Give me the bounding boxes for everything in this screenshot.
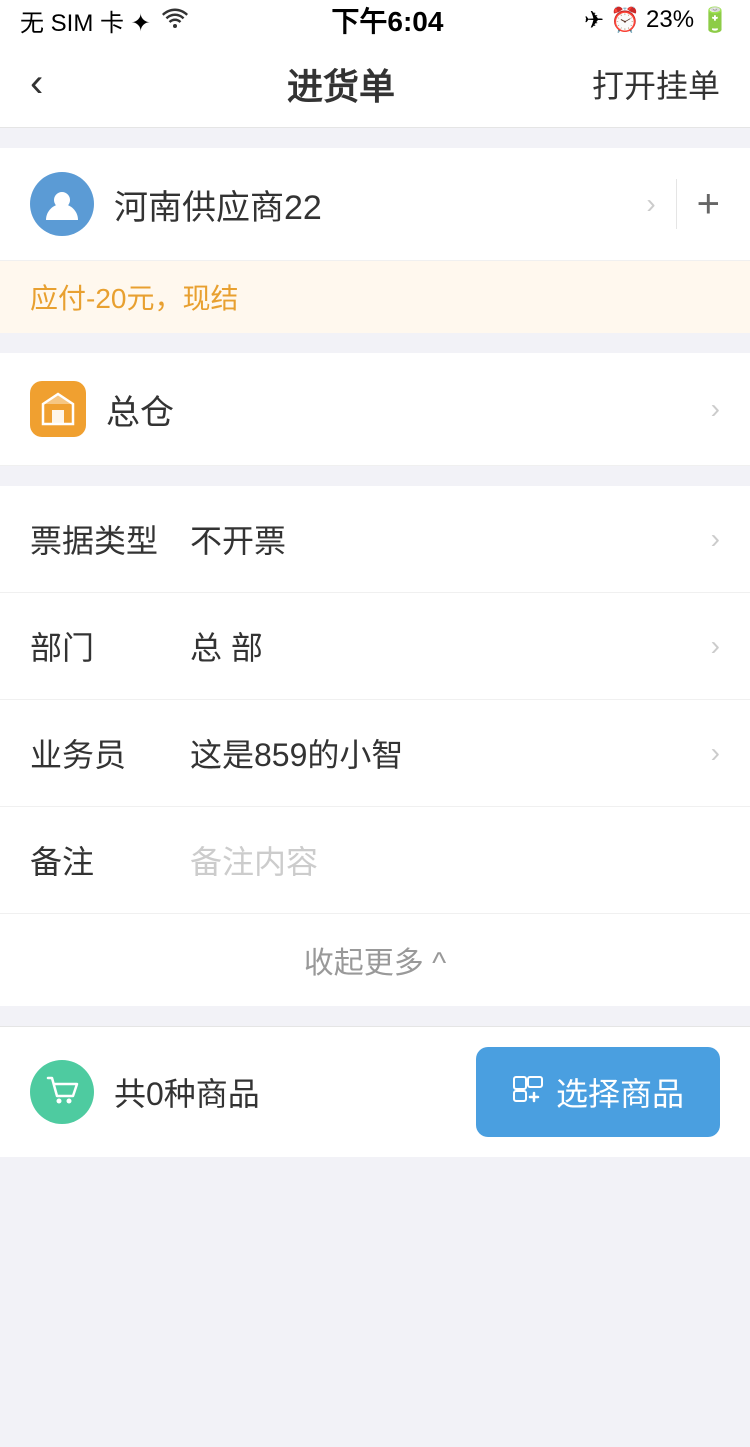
gap-2: [0, 333, 750, 353]
sim-status: 无 SIM 卡 ✦: [20, 3, 151, 38]
ticket-type-row[interactable]: 票据类型 不开票 ›: [0, 486, 750, 593]
add-supplier-button[interactable]: +: [697, 182, 720, 227]
select-product-label: 选择商品: [556, 1069, 684, 1115]
page-title: 进货单: [287, 58, 395, 110]
alarm-icon: ⏰: [610, 6, 640, 35]
ticket-type-value: 不开票: [170, 516, 711, 562]
dept-label: 部门: [30, 623, 170, 669]
warehouse-label: 总仓: [106, 385, 711, 434]
warehouse-chevron-icon: ›: [711, 393, 720, 425]
wifi-icon: [159, 5, 191, 36]
remark-label: 备注: [30, 837, 170, 883]
warehouse-row[interactable]: 总仓 ›: [0, 353, 750, 466]
gap-4: [0, 1006, 750, 1026]
time-display: 下午6:04: [331, 0, 443, 40]
salesperson-row[interactable]: 业务员 这是859的小智 ›: [0, 700, 750, 807]
warehouse-icon: [30, 381, 86, 437]
select-product-button[interactable]: 选择商品: [476, 1047, 720, 1137]
remark-input[interactable]: 备注内容: [170, 837, 720, 883]
salesperson-chevron-icon: ›: [711, 737, 720, 769]
supplier-name: 河南供应商22: [114, 180, 646, 229]
avatar: [30, 172, 94, 236]
cart-icon: [30, 1060, 94, 1124]
battery-level: 23%: [646, 6, 694, 34]
collapse-button[interactable]: 收起更多 ^: [0, 914, 750, 1006]
footer-bar: 共0种商品 选择商品: [0, 1026, 750, 1157]
location-icon: ✈: [584, 6, 604, 35]
product-count: 共0种商品: [114, 1069, 476, 1115]
status-right: ✈ ⏰ 23% 🔋: [584, 6, 730, 35]
gap-1: [0, 128, 750, 148]
open-pending-button[interactable]: 打开挂单: [592, 61, 720, 107]
dept-value: 总 部: [170, 623, 711, 669]
chevron-right-icon: ›: [646, 188, 655, 220]
salesperson-label: 业务员: [30, 730, 170, 776]
select-product-icon: [512, 1074, 544, 1111]
status-left: 无 SIM 卡 ✦: [20, 3, 191, 38]
dept-row[interactable]: 部门 总 部 ›: [0, 593, 750, 700]
notice-bar: 应付-20元，现结: [0, 261, 750, 333]
salesperson-value: 这是859的小智: [170, 730, 711, 776]
remark-row[interactable]: 备注 备注内容: [0, 807, 750, 914]
bottom-bg: [0, 1157, 750, 1447]
gap-3: [0, 466, 750, 486]
nav-bar: ‹ 进货单 打开挂单: [0, 40, 750, 128]
form-section: 票据类型 不开票 › 部门 总 部 › 业务员 这是859的小智 › 备注 备注…: [0, 486, 750, 914]
ticket-type-label: 票据类型: [30, 516, 170, 562]
back-button[interactable]: ‹: [30, 61, 90, 106]
ticket-chevron-icon: ›: [711, 523, 720, 555]
status-bar: 无 SIM 卡 ✦ 下午6:04 ✈ ⏰ 23% 🔋: [0, 0, 750, 40]
supplier-row[interactable]: 河南供应商22 › +: [0, 148, 750, 261]
supplier-section: 河南供应商22 › + 应付-20元，现结: [0, 148, 750, 333]
divider: [676, 179, 677, 229]
dept-chevron-icon: ›: [711, 630, 720, 662]
warehouse-section: 总仓 ›: [0, 353, 750, 466]
battery-icon: 🔋: [700, 6, 730, 35]
